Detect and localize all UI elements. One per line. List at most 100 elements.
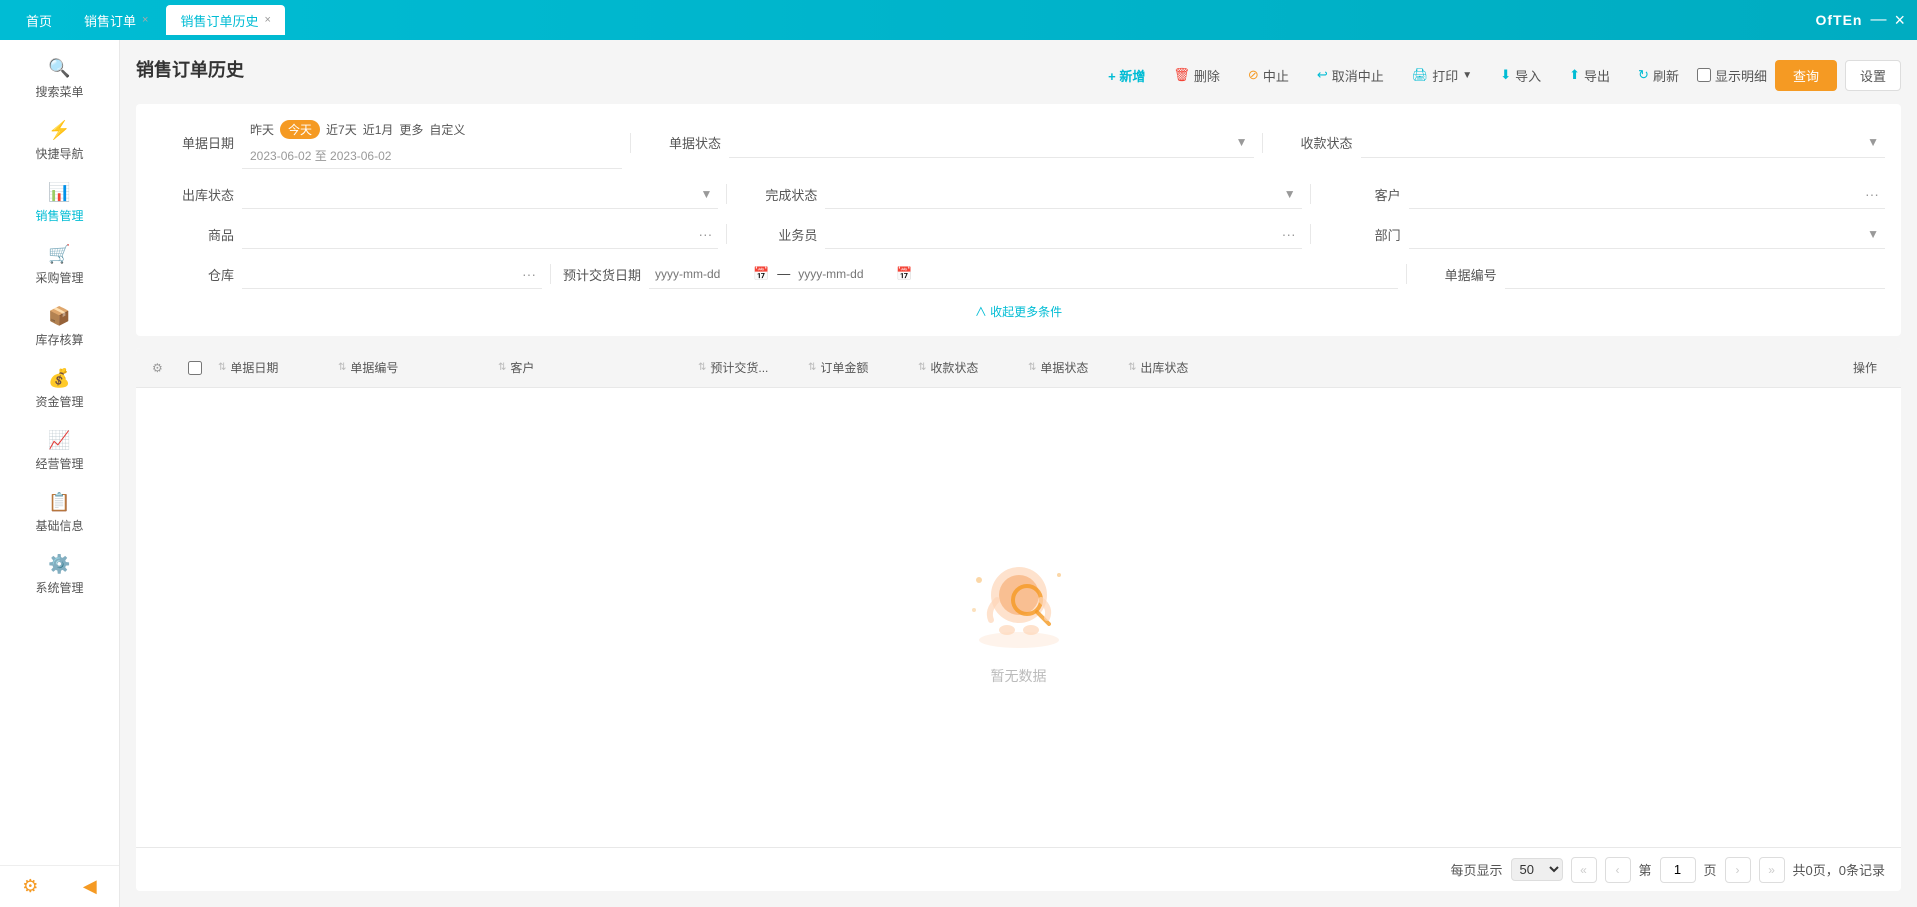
cancel-stop-btn[interactable]: ↩ 取消中止 bbox=[1307, 61, 1394, 90]
date-option-1month[interactable]: 近1月 bbox=[363, 121, 394, 138]
payment-status-filter[interactable]: ▼ bbox=[1361, 128, 1886, 158]
select-all-checkbox[interactable] bbox=[188, 361, 202, 375]
tab-sales-order-label: 销售订单 bbox=[84, 11, 136, 30]
th-delivery-icon: ⇅ bbox=[698, 362, 706, 373]
toolbar: + 新增 🗑 删除 ⊘ 中止 ↩ 取消中止 🖨 打印 ▼ bbox=[1098, 60, 1901, 91]
minimize-btn[interactable]: — bbox=[1870, 11, 1886, 29]
doc-status-filter[interactable]: ▼ bbox=[729, 128, 1254, 158]
salesperson-filter[interactable]: ··· bbox=[825, 219, 1301, 249]
page-unit: 页 bbox=[1704, 860, 1717, 879]
sidebar-item-system[interactable]: ⚙️ 系统管理 bbox=[0, 544, 119, 606]
delivery-date-to-input[interactable] bbox=[798, 267, 888, 281]
collapse-filter-btn[interactable]: ∧ 收起更多条件 bbox=[152, 299, 1885, 324]
export-btn-label: 导出 bbox=[1584, 66, 1610, 85]
tab-sales-order[interactable]: 销售订单 × bbox=[70, 5, 162, 35]
tab-sales-order-history[interactable]: 销售订单历史 × bbox=[166, 5, 284, 35]
sidebar-collapse-icon[interactable]: ◀ bbox=[83, 876, 97, 897]
product-filter[interactable]: ··· bbox=[242, 219, 718, 249]
th-delivery[interactable]: ⇅ 预计交货... bbox=[690, 359, 800, 376]
show-details-checkbox[interactable] bbox=[1697, 68, 1711, 82]
delivery-date-from-input[interactable] bbox=[655, 267, 745, 281]
stop-btn[interactable]: ⊘ 中止 bbox=[1238, 61, 1299, 90]
date-option-7days[interactable]: 近7天 bbox=[326, 121, 357, 138]
th-num-label: 单据编号 bbox=[350, 359, 398, 376]
th-date[interactable]: ⇅ 单据日期 bbox=[210, 359, 330, 376]
salesperson-dots-icon[interactable]: ··· bbox=[1282, 226, 1296, 242]
show-details-label: 显示明细 bbox=[1715, 66, 1767, 85]
import-btn-label: 导入 bbox=[1515, 66, 1541, 85]
sidebar-item-basic-info[interactable]: 📋 基础信息 bbox=[0, 482, 119, 544]
date-separator: — bbox=[777, 266, 790, 281]
empty-text: 暂无数据 bbox=[991, 666, 1047, 686]
refresh-btn[interactable]: ↻ 刷新 bbox=[1628, 61, 1689, 90]
last-page-btn[interactable]: » bbox=[1759, 857, 1785, 883]
complete-status-dropdown[interactable]: ▼ bbox=[831, 187, 1295, 201]
department-dropdown[interactable]: ▼ bbox=[1415, 227, 1879, 241]
query-btn[interactable]: 查询 bbox=[1775, 60, 1837, 91]
product-dots-icon[interactable]: ··· bbox=[698, 226, 712, 242]
payment-status-dropdown[interactable]: ▼ bbox=[1367, 135, 1880, 149]
warehouse-filter[interactable]: ··· bbox=[242, 259, 542, 289]
tab-sales-order-history-close[interactable]: × bbox=[264, 14, 270, 26]
print-btn[interactable]: 🖨 打印 ▼ bbox=[1402, 61, 1482, 90]
th-pay-status[interactable]: ⇅ 收款状态 bbox=[910, 359, 1020, 376]
show-details-toggle[interactable]: 显示明细 bbox=[1697, 66, 1767, 85]
sidebar-item-finance[interactable]: 💰 资金管理 bbox=[0, 358, 119, 420]
th-customer[interactable]: ⇅ 客户 bbox=[490, 359, 690, 376]
brand-label: OfTEn bbox=[1815, 12, 1862, 28]
sidebar-item-purchase-mgmt[interactable]: 🛒 采购管理 bbox=[0, 234, 119, 296]
out-status-dropdown[interactable]: ▼ bbox=[248, 187, 712, 201]
doc-status-dropdown[interactable]: ▼ bbox=[735, 135, 1248, 149]
sidebar-item-sales-mgmt[interactable]: 📊 销售管理 bbox=[0, 172, 119, 234]
divider-2 bbox=[1262, 133, 1263, 153]
sidebar-item-inventory[interactable]: 📦 库存核算 bbox=[0, 296, 119, 358]
calendar-to-icon[interactable]: 📅 bbox=[896, 266, 912, 282]
setting-btn[interactable]: 设置 bbox=[1845, 60, 1901, 91]
th-out-status[interactable]: ⇅ 出库状态 bbox=[1120, 359, 1220, 376]
out-status-arrow-icon: ▼ bbox=[700, 187, 712, 201]
customer-filter[interactable]: ··· bbox=[1409, 179, 1885, 209]
tab-home[interactable]: 首页 bbox=[12, 5, 66, 35]
delete-btn[interactable]: 🗑 删除 bbox=[1163, 61, 1230, 90]
customer-dropdown[interactable]: ··· bbox=[1415, 186, 1879, 202]
th-amount[interactable]: ⇅ 订单金额 bbox=[800, 359, 910, 376]
calendar-from-icon[interactable]: 📅 bbox=[753, 266, 769, 282]
divider-3 bbox=[726, 184, 727, 204]
export-btn[interactable]: ⬆ 导出 bbox=[1559, 61, 1620, 90]
page-size-select[interactable]: 50 10 20 100 bbox=[1511, 858, 1563, 881]
complete-status-filter[interactable]: ▼ bbox=[825, 179, 1301, 209]
warehouse-dots-icon[interactable]: ··· bbox=[522, 266, 536, 282]
doc-number-filter[interactable] bbox=[1505, 259, 1885, 289]
department-filter[interactable]: ▼ bbox=[1409, 219, 1885, 249]
sidebar-item-purchase-mgmt-label: 采购管理 bbox=[35, 269, 83, 286]
basic-info-icon: 📋 bbox=[48, 492, 70, 513]
close-btn[interactable]: × bbox=[1894, 10, 1905, 31]
new-btn[interactable]: + 新增 bbox=[1098, 61, 1155, 90]
date-option-custom[interactable]: 自定义 bbox=[429, 121, 465, 138]
date-option-today[interactable]: 今天 bbox=[280, 120, 320, 139]
th-doc-status[interactable]: ⇅ 单据状态 bbox=[1020, 359, 1120, 376]
product-dropdown[interactable]: ··· bbox=[248, 226, 712, 242]
page-number-input[interactable] bbox=[1660, 857, 1696, 883]
next-page-btn[interactable]: › bbox=[1725, 857, 1751, 883]
sidebar-item-finance-label: 资金管理 bbox=[35, 393, 83, 410]
out-status-filter[interactable]: ▼ bbox=[242, 179, 718, 209]
sidebar-item-quick-nav[interactable]: ⚡ 快捷导航 bbox=[0, 110, 119, 172]
prev-page-btn[interactable]: ‹ bbox=[1605, 857, 1631, 883]
doc-number-input[interactable] bbox=[1511, 266, 1879, 281]
sidebar-item-operations[interactable]: 📈 经营管理 bbox=[0, 420, 119, 482]
sidebar-settings-icon[interactable]: ⚙ bbox=[22, 876, 38, 897]
salesperson-dropdown[interactable]: ··· bbox=[831, 226, 1295, 242]
date-option-yesterday[interactable]: 昨天 bbox=[250, 121, 274, 138]
import-btn[interactable]: ⬇ 导入 bbox=[1490, 61, 1551, 90]
customer-dots-icon[interactable]: ··· bbox=[1865, 186, 1879, 202]
print-arrow-icon: ▼ bbox=[1462, 70, 1472, 81]
date-option-more[interactable]: 更多 bbox=[399, 121, 423, 138]
first-page-btn[interactable]: « bbox=[1571, 857, 1597, 883]
payment-status-label: 收款状态 bbox=[1271, 133, 1361, 152]
warehouse-dropdown[interactable]: ··· bbox=[248, 266, 536, 282]
tab-sales-order-close[interactable]: × bbox=[142, 14, 148, 26]
sidebar-item-search-menu[interactable]: 🔍 搜索菜单 bbox=[0, 48, 119, 110]
th-num[interactable]: ⇅ 单据编号 bbox=[330, 359, 490, 376]
th-settings[interactable]: ⚙ bbox=[144, 361, 180, 375]
